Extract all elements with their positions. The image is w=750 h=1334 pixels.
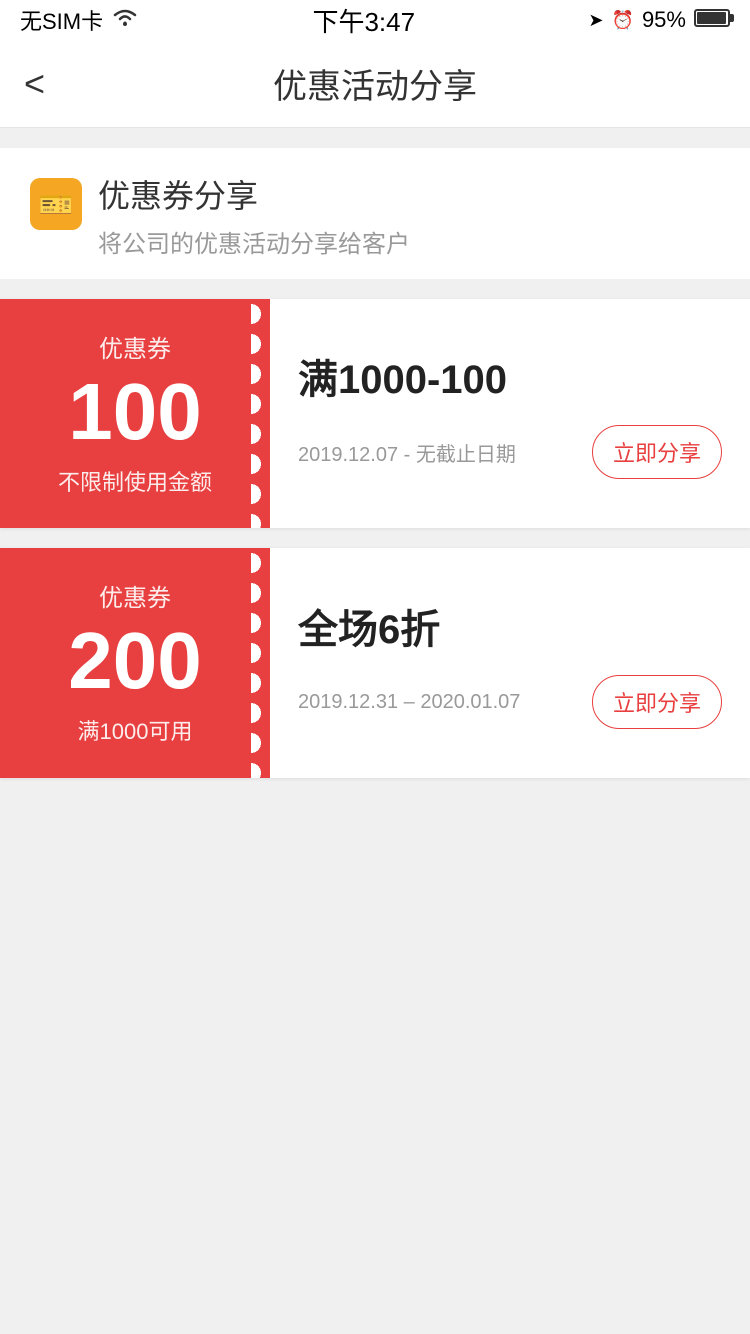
section-header: 🎫 优惠券分享 将公司的优惠活动分享给客户	[0, 148, 750, 279]
coupons-container: 优惠券 100 不限制使用金额 满1000-100 2019.12.07 - 无…	[0, 299, 750, 799]
coupon-condition-1: 满1000可用	[78, 717, 193, 748]
coupon-card: 优惠券 100 不限制使用金额 满1000-100 2019.12.07 - 无…	[0, 299, 750, 529]
coupon-meta-0: 2019.12.07 - 无截止日期 立即分享	[298, 425, 722, 479]
coupon-name-1: 全场6折	[298, 597, 722, 655]
share-button-1[interactable]: 立即分享	[592, 675, 722, 729]
section-text: 优惠券分享 将公司的优惠活动分享给客户	[98, 176, 410, 259]
status-bar: 无SIM卡 下午3:47 ➤ ⏰ 95%	[0, 0, 750, 40]
alarm-icon: ⏰	[612, 10, 634, 31]
coupon-card: 优惠券 200 满1000可用 全场6折 2019.12.31 – 2020.0…	[0, 548, 750, 778]
coupon-label-0: 优惠券	[99, 329, 171, 364]
section-title: 优惠券分享	[98, 176, 410, 218]
battery-percent: 95%	[642, 7, 686, 33]
nav-bar: < 优惠活动分享	[0, 40, 750, 128]
wifi-icon	[111, 7, 139, 33]
coupon-name-0: 满1000-100	[298, 347, 722, 405]
share-button-0[interactable]: 立即分享	[592, 425, 722, 479]
location-icon: ➤	[588, 10, 603, 31]
sim-signal: 无SIM卡	[20, 4, 103, 36]
status-time: 下午3:47	[312, 2, 415, 39]
coupon-label-1: 优惠券	[99, 578, 171, 613]
coupon-right-0: 满1000-100 2019.12.07 - 无截止日期 立即分享	[270, 299, 750, 529]
status-right: ➤ ⏰ 95%	[588, 7, 730, 33]
coupon-meta-1: 2019.12.31 – 2020.01.07 立即分享	[298, 675, 722, 729]
coupon-date-1: 2019.12.31 – 2020.01.07	[298, 691, 580, 714]
bottom-area	[0, 798, 750, 1298]
coupon-amount-1: 200	[68, 621, 201, 701]
coupon-amount-0: 100	[68, 372, 201, 452]
coupon-condition-0: 不限制使用金额	[58, 468, 212, 499]
status-left: 无SIM卡	[20, 4, 139, 36]
back-button[interactable]: <	[24, 66, 45, 102]
page-title: 优惠活动分享	[273, 59, 477, 108]
coupon-left-0: 优惠券 100 不限制使用金额	[0, 299, 270, 529]
coupon-left-1: 优惠券 200 满1000可用	[0, 548, 270, 778]
section-desc: 将公司的优惠活动分享给客户	[98, 224, 410, 259]
coupon-date-0: 2019.12.07 - 无截止日期	[298, 438, 580, 467]
section-icon: 🎫	[30, 178, 82, 230]
coupon-right-1: 全场6折 2019.12.31 – 2020.01.07 立即分享	[270, 548, 750, 778]
battery-icon	[694, 7, 730, 33]
